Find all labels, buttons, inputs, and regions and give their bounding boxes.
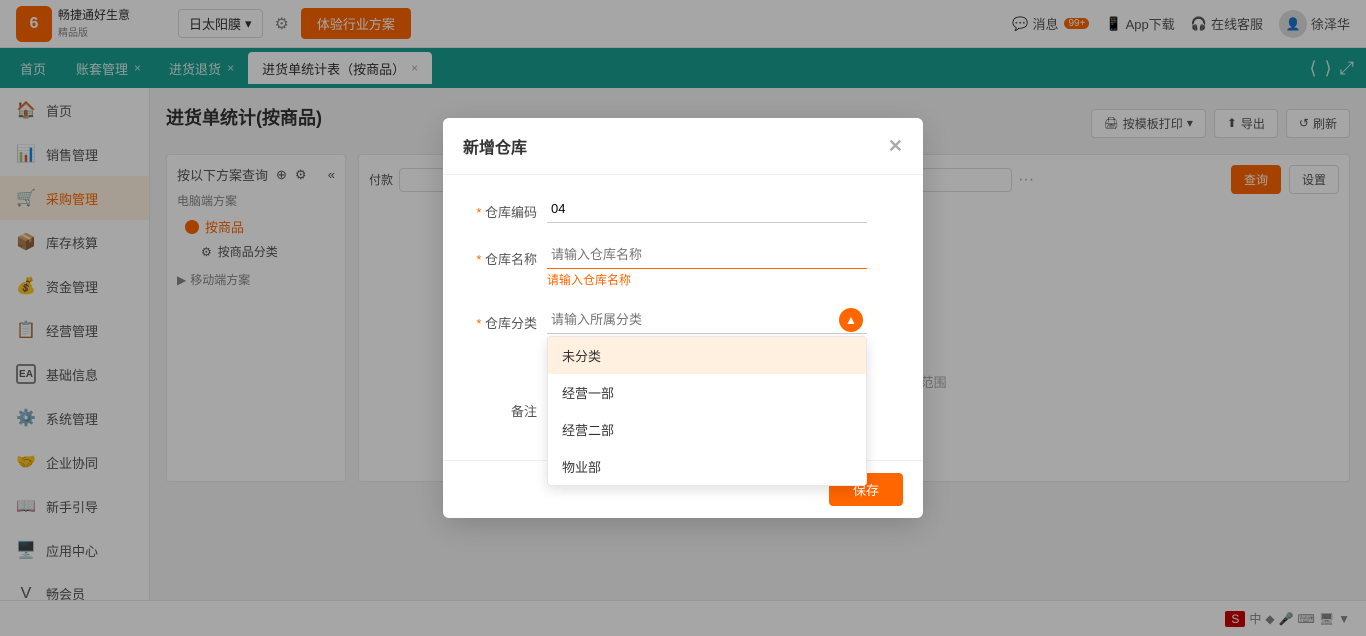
dropdown-item-dept1[interactable]: 经营一部	[548, 374, 866, 411]
category-input[interactable]	[547, 306, 867, 334]
name-label: 仓库名称	[467, 242, 547, 268]
form-row-code: 仓库编码	[467, 195, 899, 223]
category-dropdown: 未分类 经营一部 经营二部 物业部	[547, 336, 867, 486]
add-warehouse-modal: 新增仓库 ✕ 仓库编码 仓库名称 请输入仓库名称 仓库分类	[443, 118, 923, 518]
note-label: 备注	[467, 394, 547, 420]
name-input[interactable]	[547, 241, 867, 269]
category-select-wrapper: ▲ 未分类 经营一部 经营二部 物业部	[547, 306, 867, 334]
modal-body: 仓库编码 仓库名称 请输入仓库名称 仓库分类 ▲ 未分	[443, 175, 923, 460]
name-error-msg: 请输入仓库名称	[547, 271, 631, 288]
dropdown-item-uncategorized[interactable]: 未分类	[548, 337, 866, 374]
dropdown-item-dept3[interactable]: 物业部	[548, 448, 866, 485]
modal-header: 新增仓库 ✕	[443, 118, 923, 175]
code-label: 仓库编码	[467, 195, 547, 221]
category-label: 仓库分类	[467, 306, 547, 332]
form-row-name: 仓库名称 请输入仓库名称	[467, 241, 899, 288]
modal-overlay: 新增仓库 ✕ 仓库编码 仓库名称 请输入仓库名称 仓库分类	[0, 0, 1366, 636]
dropdown-item-dept2[interactable]: 经营二部	[548, 411, 866, 448]
code-input[interactable]	[547, 195, 867, 223]
category-dropdown-toggle[interactable]: ▲	[839, 308, 863, 332]
modal-close-button[interactable]: ✕	[888, 136, 903, 157]
modal-title: 新增仓库	[463, 134, 527, 158]
form-row-category: 仓库分类 ▲ 未分类 经营一部 经营二部 物业部	[467, 306, 899, 334]
